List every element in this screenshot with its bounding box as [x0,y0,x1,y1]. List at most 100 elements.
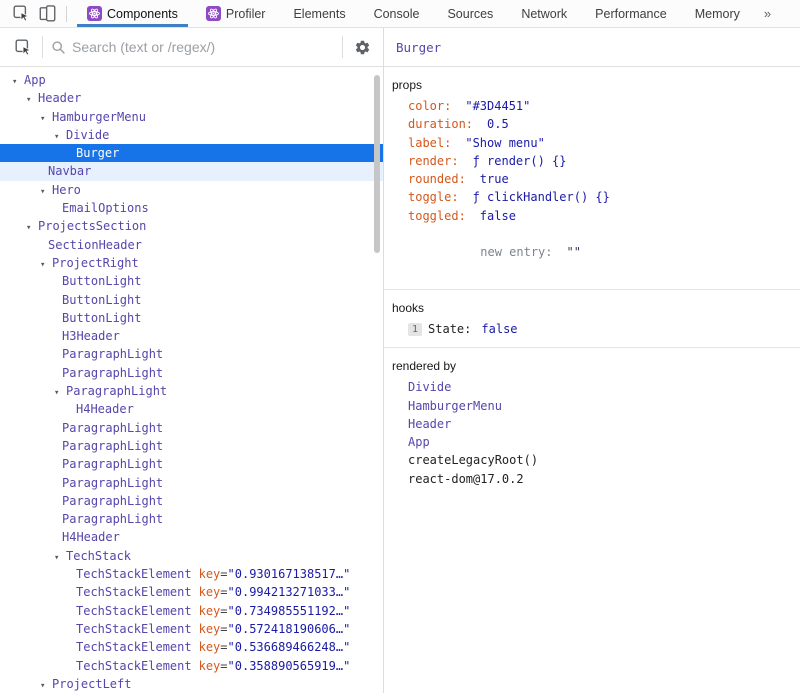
tree-item-Hero[interactable]: ▾ Hero [0,181,383,199]
tree-item-TechStackElement[interactable]: TechStackElement key="0.536689466248…" [0,638,383,656]
equals-sign: = [220,567,228,582]
tree-item-ProjectLeft[interactable]: ▾ ProjectLeft [0,675,383,693]
devtools-window: Components Profiler Elements Console Sources… [0,0,800,693]
component-name: ParagraphLight [62,420,164,435]
prop-row-duration: duration: 0.5 [392,115,792,133]
tree-item-ButtonLight[interactable]: ButtonLight [0,309,383,327]
tree-item-Divide[interactable]: ▾ Divide [0,126,383,144]
tree-item-ParagraphLight[interactable]: ParagraphLight [0,474,383,492]
rendered-by-link[interactable]: App [408,435,430,449]
expand-arrow-icon[interactable]: ▾ [40,677,52,693]
rendered-by-link[interactable]: Header [408,417,451,431]
components-tree-panel: ▾App▾Header▾HamburgerMenu▾DivideBurgerNa… [0,28,384,693]
key-attribute-name: key [198,658,221,673]
tree-item-H4Header[interactable]: H4Header [0,400,383,418]
prop-value[interactable]: 0.5 [487,117,509,131]
tree-item-ButtonLight[interactable]: ButtonLight [0,272,383,290]
expand-arrow-icon[interactable]: ▾ [54,549,66,567]
hook-index-badge: 1 [408,322,423,336]
tree-item-App[interactable]: ▾ App [0,71,383,89]
expand-arrow-icon[interactable]: ▾ [40,256,52,274]
prop-row-label: label: "Show menu" [392,134,792,152]
tree-item-TechStackElement[interactable]: TechStackElement key="0.930167138517…" [0,565,383,583]
tree-item-EmailOptions[interactable]: EmailOptions [0,199,383,217]
key-attribute-value: "0.536689466248…" [227,640,351,655]
tab-network[interactable]: Network [509,0,579,27]
tree-item-Burger[interactable]: Burger [0,144,383,163]
tree-item-ButtonLight[interactable]: ButtonLight [0,291,383,309]
component-name: ParagraphLight [62,365,164,380]
tree-scrollbar[interactable] [374,75,380,253]
tree-item-ParagraphLight[interactable]: ParagraphLight [0,345,383,363]
tree-item-ParagraphLight[interactable]: ParagraphLight [0,492,383,510]
expand-arrow-icon[interactable]: ▾ [40,183,52,201]
tree-item-TechStackElement[interactable]: TechStackElement key="0.572418190606…" [0,620,383,638]
tree-item-H4Header[interactable]: H4Header [0,528,383,546]
tab-console[interactable]: Console [362,0,432,27]
inspect-element-button[interactable] [8,2,34,26]
new-prop-row[interactable]: new entry: "" [392,225,792,280]
tree-item-ParagraphLight[interactable]: ParagraphLight [0,510,383,528]
tree-item-TechStackElement[interactable]: TechStackElement key="0.734985551192…" [0,602,383,620]
tree-item-ParagraphLight[interactable]: ParagraphLight [0,455,383,473]
props-section: props color: "#3D4451" duration: 0.5 label: "… [384,67,800,290]
key-attribute-name: key [198,567,221,582]
tab-components[interactable]: Components [75,0,190,27]
tree-item-SectionHeader[interactable]: SectionHeader [0,236,383,254]
prop-value[interactable]: "Show menu" [465,136,544,150]
tree-item-ParagraphLight[interactable]: ParagraphLight [0,437,383,455]
tab-performance[interactable]: Performance [583,0,679,27]
expand-arrow-icon[interactable]: ▾ [54,384,66,402]
hook-value[interactable]: false [481,322,517,336]
tab-label: Network [521,6,568,21]
rendered-by-item: Header [392,415,792,433]
tree-item-TechStack[interactable]: ▾ TechStack [0,547,383,565]
prop-value[interactable]: "#3D4451" [465,99,530,113]
expand-arrow-icon[interactable]: ▾ [26,91,38,109]
tab-sources[interactable]: Sources [435,0,505,27]
tab-label: Components [107,6,178,21]
expand-arrow-icon[interactable]: ▾ [12,73,24,91]
tree-item-ProjectRight[interactable]: ▾ ProjectRight [0,254,383,272]
component-tree: ▾ App ▾ Header ▾ HamburgerMenu ▾ Divide Burger Na… [0,67,383,693]
expand-arrow-icon[interactable]: ▾ [54,128,66,146]
tab-elements[interactable]: Elements [281,0,357,27]
tree-item-Header[interactable]: ▾ Header [0,89,383,107]
select-element-button[interactable] [10,35,36,59]
device-toolbar-button[interactable] [34,2,60,26]
more-tabs-button[interactable]: » [754,6,781,21]
rendered-by-link[interactable]: Divide [408,380,451,394]
new-prop-key[interactable]: new entry: [480,245,552,259]
hooks-header: hooks [392,300,425,315]
tree-item-TechStackElement[interactable]: TechStackElement key="0.358890565919…" [0,657,383,675]
tab-memory[interactable]: Memory [683,0,752,27]
component-name: TechStackElement [76,585,192,600]
prop-value[interactable]: ƒ clickHandler() {} [473,190,610,204]
expand-arrow-icon[interactable]: ▾ [40,110,52,128]
new-prop-value[interactable]: "" [567,245,581,259]
tree-item-H3Header[interactable]: H3Header [0,327,383,345]
rendered-by-item: createLegacyRoot() [392,451,792,469]
key-attribute-value: "0.734985551192…" [227,603,351,618]
tree-item-HamburgerMenu[interactable]: ▾ HamburgerMenu [0,108,383,126]
expand-arrow-icon[interactable]: ▾ [26,219,38,237]
settings-button[interactable] [349,35,375,59]
tree-item-ParagraphLight[interactable]: ParagraphLight [0,364,383,382]
tree-item-ParagraphLight[interactable]: ParagraphLight [0,419,383,437]
tree-item-Navbar[interactable]: Navbar [0,162,383,181]
tree-item-ProjectsSection[interactable]: ▾ ProjectsSection [0,217,383,235]
prop-row-toggle: toggle: ƒ clickHandler() {} [392,188,792,206]
prop-value[interactable]: true [480,172,509,186]
component-details-panel: Burger props color: "#3D4451" duration: 0.5… [384,28,800,693]
prop-row-render: render: ƒ render() {} [392,152,792,170]
tree-item-TechStackElement[interactable]: TechStackElement key="0.994213271033…" [0,583,383,601]
search-input[interactable] [66,39,336,55]
rendered-by-link[interactable]: HamburgerMenu [408,399,502,413]
prop-value[interactable]: false [480,209,516,223]
prop-value[interactable]: ƒ render() {} [473,154,567,168]
prop-key: render: [408,153,459,168]
tree-item-ParagraphLight[interactable]: ▾ ParagraphLight [0,382,383,400]
tab-profiler[interactable]: Profiler [194,0,278,27]
component-name: H4Header [76,402,134,417]
inspect-icon [13,5,30,22]
